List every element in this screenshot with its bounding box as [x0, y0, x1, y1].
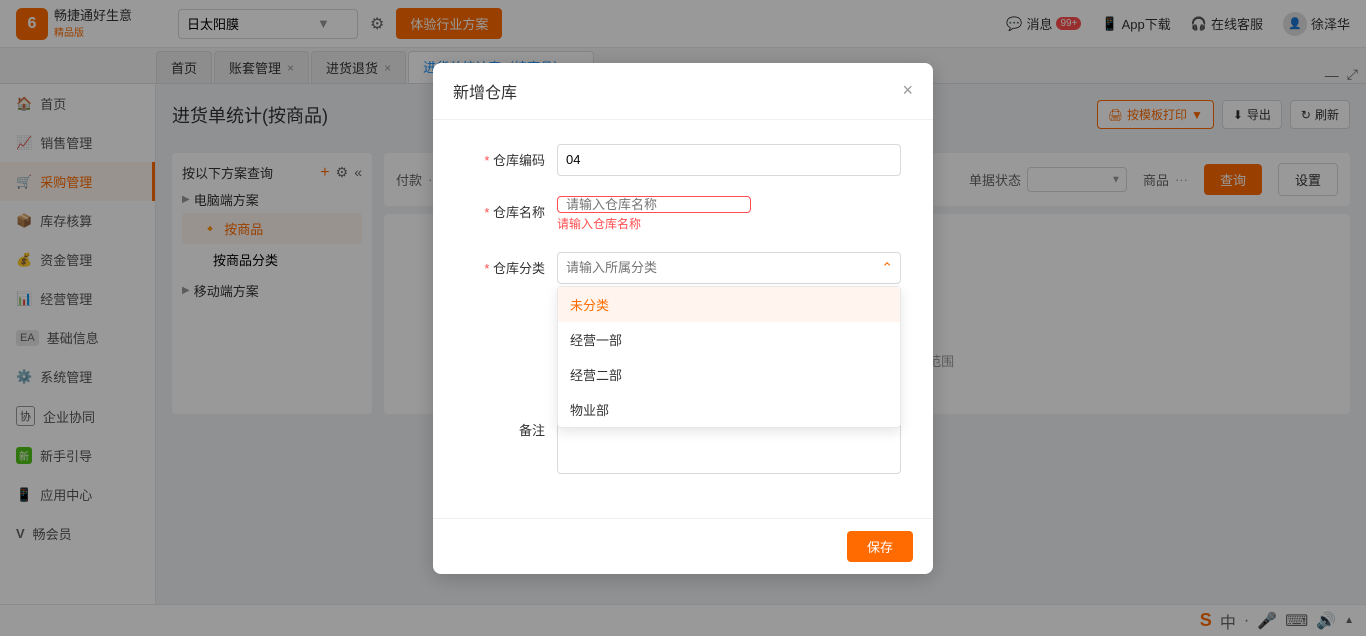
modal-header: 新增仓库 × [433, 63, 933, 120]
modal-footer: 保存 [433, 518, 933, 574]
modal-new-warehouse: 新增仓库 × 仓库编码 仓库名称 请输入仓库名称 [433, 63, 933, 574]
modal-body: 仓库编码 仓库名称 请输入仓库名称 仓库分类 ⌃ [433, 120, 933, 518]
name-label: 仓库名称 [465, 196, 545, 221]
form-row-code: 仓库编码 [465, 144, 901, 176]
category-input[interactable] [557, 252, 901, 284]
dropdown-item-ops2[interactable]: 经营二部 [558, 357, 900, 392]
category-dropdown-wrapper[interactable]: ⌃ 未分类 经营一部 经营二部 物业部 [557, 252, 901, 284]
category-dropdown-menu: 未分类 经营一部 经营二部 物业部 [557, 286, 901, 428]
dropdown-item-ops1[interactable]: 经营一部 [558, 322, 900, 357]
note-label: 备注 [465, 414, 545, 439]
name-field-group: 请输入仓库名称 [557, 196, 751, 232]
save-button[interactable]: 保存 [847, 531, 913, 562]
form-row-name: 仓库名称 请输入仓库名称 [465, 196, 901, 232]
dropdown-arrow-icon: ⌃ [881, 259, 893, 276]
dropdown-item-property[interactable]: 物业部 [558, 392, 900, 427]
code-label: 仓库编码 [465, 144, 545, 169]
name-input[interactable] [557, 196, 751, 213]
modal-title: 新增仓库 [453, 79, 517, 103]
name-error-msg: 请输入仓库名称 [557, 215, 751, 232]
form-row-category: 仓库分类 ⌃ 未分类 经营一部 经营二部 物业部 [465, 252, 901, 284]
category-label: 仓库分类 [465, 252, 545, 277]
modal-close-button[interactable]: × [902, 80, 913, 101]
code-input[interactable] [557, 144, 901, 176]
modal-overlay[interactable]: 新增仓库 × 仓库编码 仓库名称 请输入仓库名称 [0, 0, 1366, 636]
dropdown-item-unclassified[interactable]: 未分类 [558, 287, 900, 322]
